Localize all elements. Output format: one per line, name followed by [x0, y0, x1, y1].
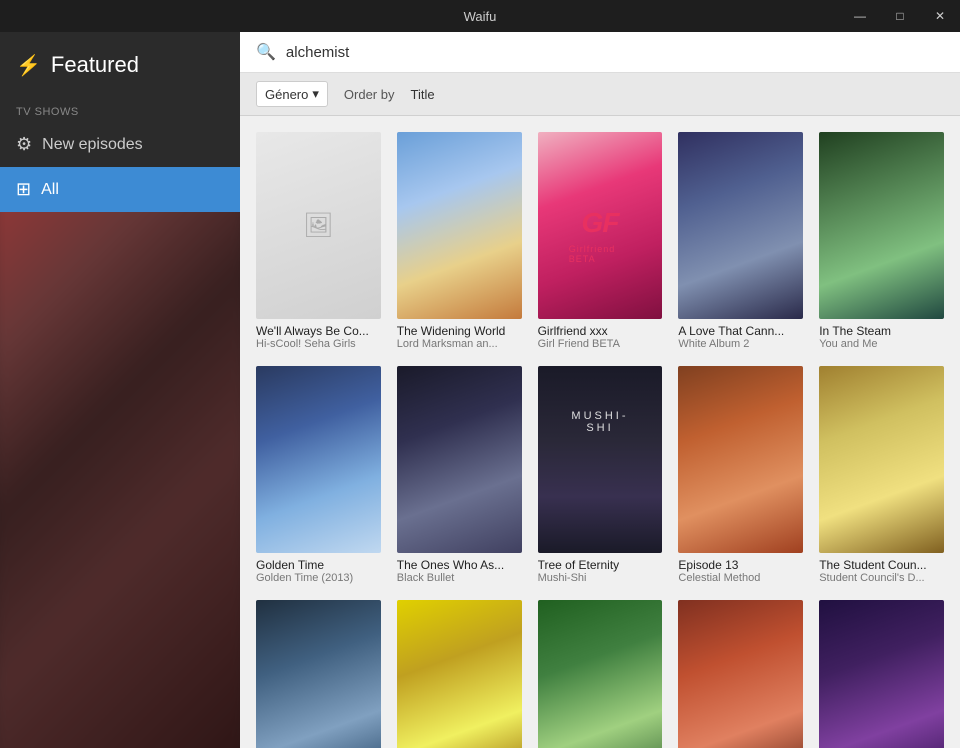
grid-item[interactable]: [819, 600, 944, 748]
grid-item-subtitle: Celestial Method: [678, 572, 803, 584]
sidebar-preview: [0, 212, 240, 748]
content-area: 🔍 Género ▾ Order by Title 🖼 We'll Always …: [240, 32, 960, 748]
grid-thumb: GF Girlfriend BETA: [538, 132, 663, 319]
grid-item[interactable]: The Widening WorldLord Marksman an...: [397, 132, 522, 350]
grid-icon: ⊞: [16, 179, 31, 200]
featured-label: Featured: [51, 52, 139, 78]
grid-item[interactable]: GF Girlfriend BETA Girlfriend xxxGirl Frie…: [538, 132, 663, 350]
grid-item-title: Episode 13: [678, 558, 803, 572]
maximize-button[interactable]: □: [880, 0, 920, 32]
grid-thumb: [397, 366, 522, 553]
grid-item[interactable]: [538, 600, 663, 748]
grid-item-title: A Love That Cann...: [678, 324, 803, 338]
search-icon: 🔍: [256, 42, 276, 62]
grid-thumb: [678, 132, 803, 319]
grid-item[interactable]: MUSHI-SHI Tree of EternityMushi-Shi: [538, 366, 663, 584]
grid-item[interactable]: The Ones Who As...Black Bullet: [397, 366, 522, 584]
gf-subtext: Girlfriend BETA: [569, 244, 631, 264]
grid-item-title: The Student Coun...: [819, 558, 944, 572]
grid-item[interactable]: A Love That Cann...White Album 2: [678, 132, 803, 350]
grid-thumb: [678, 366, 803, 553]
grid-item-title: We'll Always Be Co...: [256, 324, 381, 338]
genre-label: Género: [265, 87, 308, 102]
minimize-button[interactable]: —: [840, 0, 880, 32]
search-bar: 🔍: [240, 32, 960, 73]
title-bar: Waifu — □ ✕: [0, 0, 960, 32]
all-label: All: [41, 181, 59, 199]
grid-item-title: The Widening World: [397, 324, 522, 338]
sidebar-item-new-episodes[interactable]: ⚙ New episodes: [0, 122, 240, 167]
chevron-down-icon: ▾: [312, 86, 319, 102]
grid-thumb: [397, 132, 522, 319]
placeholder-icon: 🖼: [303, 211, 333, 240]
window-title: Waifu: [464, 9, 497, 24]
grid-item[interactable]: In The SteamYou and Me: [819, 132, 944, 350]
window-controls: — □ ✕: [840, 0, 960, 32]
search-input[interactable]: [286, 44, 944, 61]
grid-item[interactable]: [256, 600, 381, 748]
grid-container: 🖼 We'll Always Be Co...Hi-sCool! Seha Gir…: [240, 116, 960, 748]
grid-thumb: [256, 600, 381, 748]
grid-item-title: Girlfriend xxx: [538, 324, 663, 338]
gear-icon: ⚙: [16, 134, 32, 155]
grid-item-title: In The Steam: [819, 324, 944, 338]
grid-thumb: [819, 366, 944, 553]
grid-thumb: [678, 600, 803, 748]
grid-item[interactable]: Episode 13Celestial Method: [678, 366, 803, 584]
grid-item-subtitle: Girl Friend BETA: [538, 338, 663, 350]
grid-item-title: Tree of Eternity: [538, 558, 663, 572]
grid-thumb: [819, 600, 944, 748]
order-by-label: Order by: [344, 87, 395, 102]
grid-thumb: [819, 132, 944, 319]
grid-item[interactable]: Golden TimeGolden Time (2013): [256, 366, 381, 584]
grid-thumb: [397, 600, 522, 748]
grid-item[interactable]: The Student Coun...Student Council's D..…: [819, 366, 944, 584]
order-value: Title: [410, 87, 434, 102]
sidebar-item-featured[interactable]: ⚡ Featured: [0, 32, 240, 98]
grid-item[interactable]: [397, 600, 522, 748]
sidebar: ⚡ Featured TV SHOWS ⚙ New episodes ⊞ All: [0, 32, 240, 748]
grid-item[interactable]: 🖼 We'll Always Be Co...Hi-sCool! Seha Gir…: [256, 132, 381, 350]
grid-item-subtitle: Student Council's D...: [819, 572, 944, 584]
lightning-icon: ⚡: [16, 53, 41, 78]
grid-thumb: [256, 366, 381, 553]
grid-thumb: [538, 600, 663, 748]
main-layout: ⚡ Featured TV SHOWS ⚙ New episodes ⊞ All…: [0, 32, 960, 748]
grid-item-subtitle: Black Bullet: [397, 572, 522, 584]
grid-thumb: 🖼: [256, 132, 381, 319]
grid-item-subtitle: Golden Time (2013): [256, 572, 381, 584]
grid-item-subtitle: White Album 2: [678, 338, 803, 350]
grid-thumb: MUSHI-SHI: [538, 366, 663, 553]
new-episodes-label: New episodes: [42, 136, 143, 154]
grid-item-subtitle: You and Me: [819, 338, 944, 350]
grid-item-subtitle: Mushi-Shi: [538, 572, 663, 584]
grid-item-title: Golden Time: [256, 558, 381, 572]
close-button[interactable]: ✕: [920, 0, 960, 32]
grid-item-subtitle: Hi-sCool! Seha Girls: [256, 338, 381, 350]
sidebar-preview-blur: [0, 212, 240, 748]
grid-item[interactable]: [678, 600, 803, 748]
grid-item-subtitle: Lord Marksman an...: [397, 338, 522, 350]
sidebar-item-all[interactable]: ⊞ All: [0, 167, 240, 212]
gf-text: GF: [582, 206, 619, 238]
filter-bar: Género ▾ Order by Title: [240, 73, 960, 116]
sidebar-section-tv: TV SHOWS: [0, 98, 240, 122]
mushi-text: MUSHI-SHI: [569, 410, 631, 434]
genre-dropdown[interactable]: Género ▾: [256, 81, 328, 107]
grid-item-title: The Ones Who As...: [397, 558, 522, 572]
